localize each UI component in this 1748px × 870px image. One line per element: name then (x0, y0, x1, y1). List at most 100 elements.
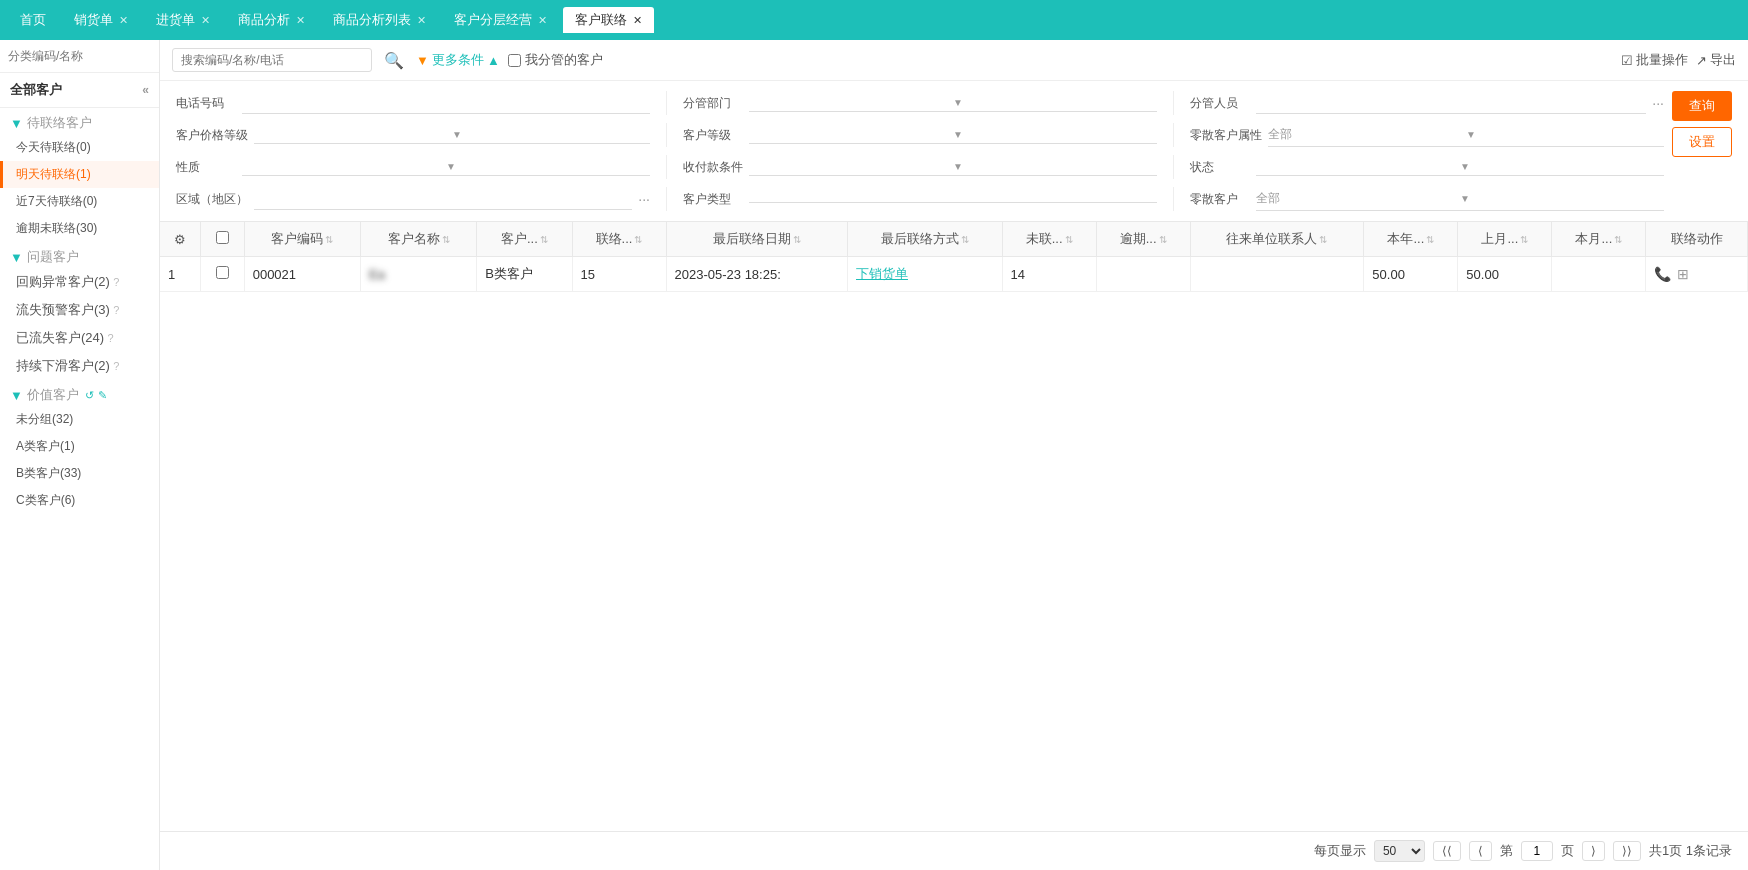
sidebar-all-customers[interactable]: 全部客户 « (0, 73, 159, 108)
col-this-month[interactable]: 本月...⇅ (1552, 222, 1646, 257)
search-input[interactable] (172, 48, 372, 72)
row-last-method[interactable]: 下销货单 (848, 257, 1003, 292)
divider-1 (666, 91, 667, 115)
manager-input[interactable] (1256, 93, 1646, 114)
filter-manager: 分管人员 ··· (1190, 93, 1664, 114)
col-name[interactable]: 客户名称⇅ (360, 222, 476, 257)
divider-5 (666, 155, 667, 179)
nav-tab-0[interactable]: 销货单 ✕ (62, 7, 140, 33)
retail-attr-select[interactable]: 全部 ▼ (1268, 123, 1664, 147)
prev-page-button[interactable]: ⟨ (1469, 841, 1492, 861)
sidebar-search-input[interactable] (8, 49, 158, 63)
page-number-input[interactable] (1521, 841, 1553, 861)
nav-tab-5[interactable]: 客户联络 ✕ (563, 7, 654, 33)
col-not-contacted[interactable]: 未联...⇅ (1002, 222, 1096, 257)
nav-tab-1-close[interactable]: ✕ (201, 14, 210, 27)
sidebar-repurchase[interactable]: 回购异常客户(2) ? (0, 268, 159, 296)
nature-select[interactable]: ▼ (242, 158, 650, 176)
chevron-down-icon-7: ▼ (1460, 161, 1664, 172)
dept-select[interactable]: ▼ (749, 94, 1157, 112)
sidebar-lost[interactable]: 已流失客户(24) ? (0, 324, 159, 352)
sidebar-overdue[interactable]: 逾期未联络(30) (0, 215, 159, 242)
nav-tab-0-close[interactable]: ✕ (119, 14, 128, 27)
divider-3 (666, 123, 667, 147)
filter-row-4: 区域（地区） ··· 客户类型 零散 (176, 187, 1664, 211)
sidebar-loss-warning[interactable]: 流失预警客户(3) ? (0, 296, 159, 324)
col-last-method[interactable]: 最后联络方式⇅ (848, 222, 1003, 257)
sidebar-pending-section: ▼ 待联络客户 (0, 108, 159, 134)
status-select[interactable]: ▼ (1256, 158, 1664, 176)
sidebar-b-class[interactable]: B类客户(33) (0, 460, 159, 487)
nav-tab-5-close[interactable]: ✕ (633, 14, 642, 27)
sidebar-c-class[interactable]: C类客户(6) (0, 487, 159, 514)
divider-2 (1173, 91, 1174, 115)
filter-price-level: 客户价格等级 ▼ (176, 126, 650, 144)
price-level-select[interactable]: ▼ (254, 126, 650, 144)
table-body: 1 000021 Ea B类客户 15 2023-05-23 18:25: 下销… (160, 257, 1748, 292)
sidebar-value-section: ▼ 价值客户 ↺ ✎ (0, 380, 159, 406)
search-button[interactable]: 🔍 (380, 49, 408, 72)
nav-tab-2-close[interactable]: ✕ (296, 14, 305, 27)
next-page-button[interactable]: ⟩ (1582, 841, 1605, 861)
action-phone-icon[interactable]: 📞 (1654, 266, 1671, 282)
batch-op-button[interactable]: ☑ 批量操作 (1621, 51, 1688, 69)
advanced-filter-panel: 电话号码 分管部门 ▼ 分管人员 (160, 81, 1748, 222)
sidebar-week[interactable]: 近7天待联络(0) (0, 188, 159, 215)
payment-select[interactable]: ▼ (749, 158, 1157, 176)
col-this-year[interactable]: 本年...⇅ (1364, 222, 1458, 257)
customer-level-select[interactable]: ▼ (749, 126, 1157, 144)
row-code: 000021 (244, 257, 360, 292)
phone-input[interactable] (242, 93, 650, 114)
col-code[interactable]: 客户编码⇅ (244, 222, 360, 257)
sidebar-ungrouped[interactable]: 未分组(32) (0, 406, 159, 433)
nav-tab-3[interactable]: 商品分析列表 ✕ (321, 7, 438, 33)
nav-tab-4[interactable]: 客户分层经营 ✕ (442, 7, 559, 33)
row-name: Ea (360, 257, 476, 292)
my-customers-checkbox[interactable]: 我分管的客户 (508, 51, 603, 69)
select-all-checkbox[interactable] (216, 231, 229, 244)
divider-8 (1173, 187, 1174, 211)
filter-fields-block: 电话号码 分管部门 ▼ 分管人员 (176, 91, 1664, 211)
col-last-month[interactable]: 上月...⇅ (1458, 222, 1552, 257)
col-checkbox[interactable] (200, 222, 244, 257)
export-button[interactable]: ↗ 导出 (1696, 51, 1736, 69)
col-unit-contact[interactable]: 往来单位联系人⇅ (1190, 222, 1364, 257)
col-last-date[interactable]: 最后联络日期⇅ (666, 222, 847, 257)
sidebar-tomorrow[interactable]: 明天待联络(1) (0, 161, 159, 188)
settings-button[interactable]: 设置 (1672, 127, 1732, 157)
row-checkbox[interactable] (200, 257, 244, 292)
first-page-button[interactable]: ⟨⟨ (1433, 841, 1461, 861)
sidebar-a-class[interactable]: A类客户(1) (0, 433, 159, 460)
col-type[interactable]: 客户...⇅ (477, 222, 572, 257)
sidebar-today[interactable]: 今天待联络(0) (0, 134, 159, 161)
row-contacts: 15 (572, 257, 666, 292)
col-contacts[interactable]: 联络...⇅ (572, 222, 666, 257)
edit-icon[interactable]: ✎ (98, 389, 107, 402)
action-grid-icon[interactable]: ⊞ (1677, 266, 1689, 282)
customer-type-select[interactable] (749, 196, 1157, 203)
pagination-bar: 每页显示 50 100 200 ⟨⟨ ⟨ 第 页 ⟩ ⟩⟩ 共1页 1条记录 (160, 831, 1748, 870)
col-overdue[interactable]: 逾期...⇅ (1096, 222, 1190, 257)
table-area: ⚙ 客户编码⇅ 客户名称⇅ 客户...⇅ 联络...⇅ 最后联络日期⇅ 最后联络… (160, 222, 1748, 831)
last-page-button[interactable]: ⟩⟩ (1613, 841, 1641, 861)
refresh-icon[interactable]: ↺ (85, 389, 94, 402)
nav-tab-1[interactable]: 进货单 ✕ (144, 7, 222, 33)
filter-row-2: 客户价格等级 ▼ 客户等级 ▼ (176, 123, 1664, 147)
area-input[interactable] (254, 189, 632, 210)
area-more-icon[interactable]: ··· (638, 191, 650, 207)
page-size-select[interactable]: 50 100 200 (1374, 840, 1425, 862)
filter-customer-type: 客户类型 (683, 191, 1157, 208)
manager-more-icon[interactable]: ··· (1652, 95, 1664, 111)
nav-tab-4-close[interactable]: ✕ (538, 14, 547, 27)
more-conditions-button[interactable]: ▼ 更多条件 ▲ (416, 51, 500, 69)
col-settings[interactable]: ⚙ (160, 222, 200, 257)
filter-bar: 🔍 ▼ 更多条件 ▲ 我分管的客户 ☑ 批量操作 ↗ 导出 (160, 40, 1748, 81)
query-button[interactable]: 查询 (1672, 91, 1732, 121)
chevron-down-icon-3: ▼ (953, 129, 1157, 140)
retail-customer-select[interactable]: 全部 ▼ (1256, 187, 1664, 211)
nav-tab-2[interactable]: 商品分析 ✕ (226, 7, 317, 33)
sidebar-continuous[interactable]: 持续下滑客户(2) ? (0, 352, 159, 380)
nav-home[interactable]: 首页 (8, 7, 58, 33)
nav-tab-3-close[interactable]: ✕ (417, 14, 426, 27)
section-triangle-3: ▼ (10, 388, 23, 403)
